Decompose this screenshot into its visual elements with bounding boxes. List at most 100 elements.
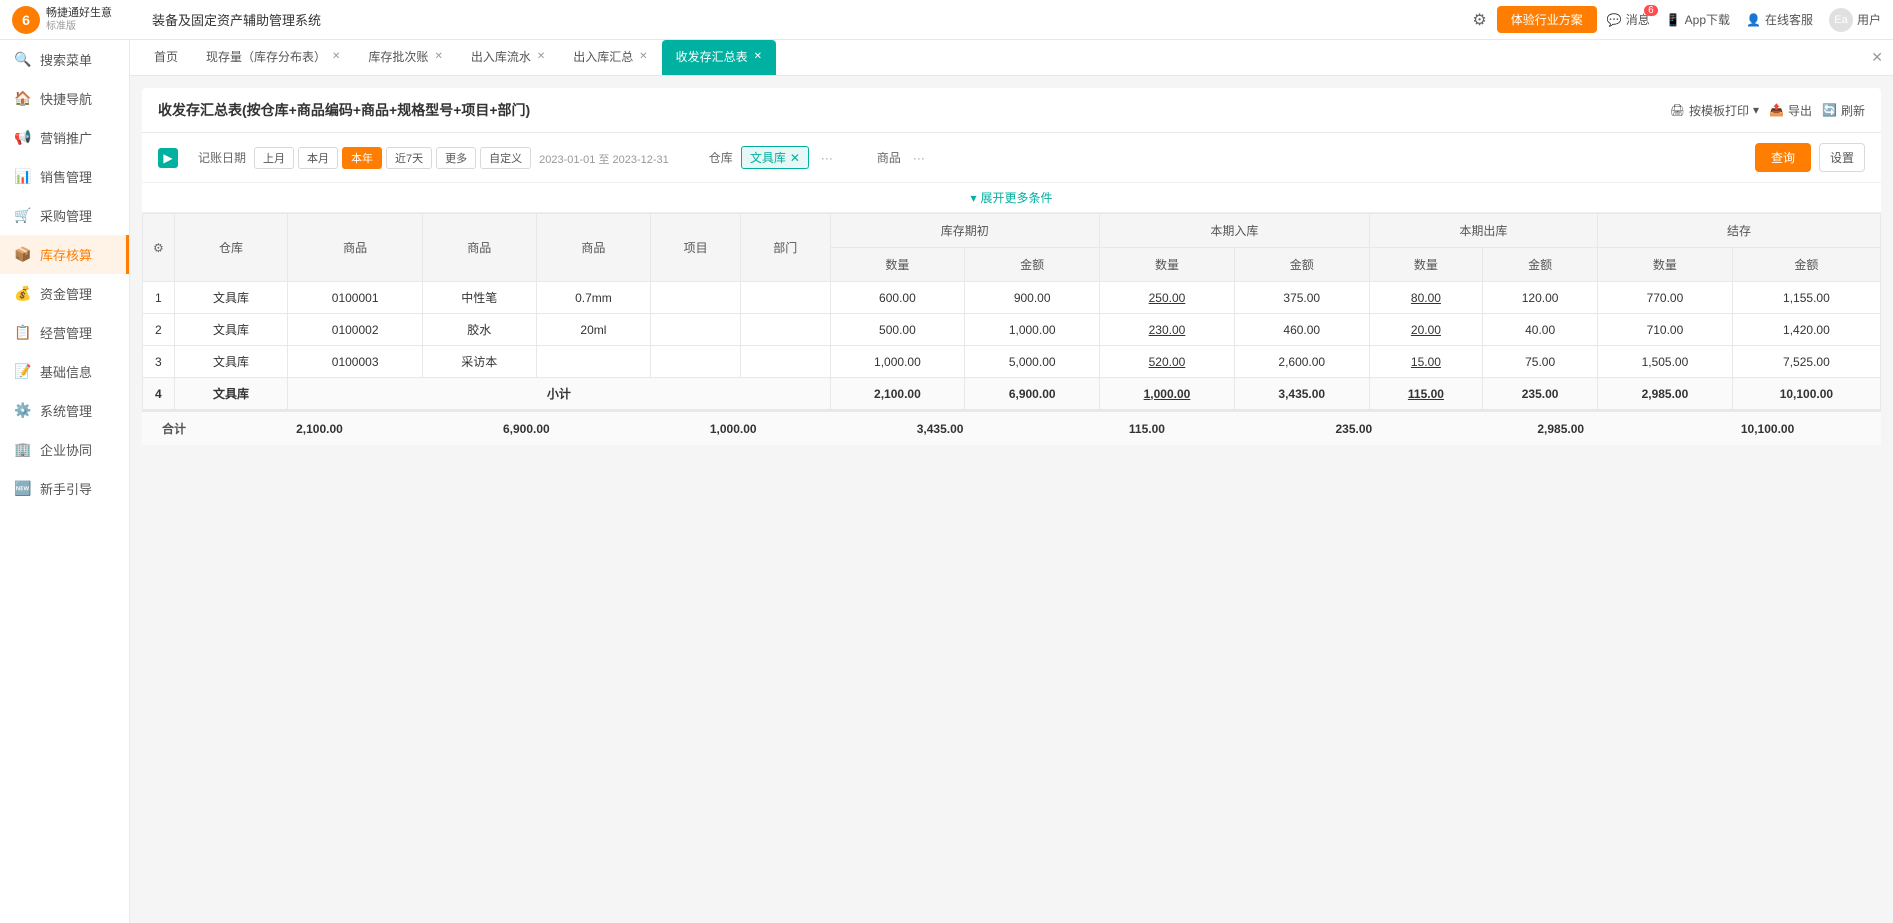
- sidebar-item-quick[interactable]: 🏠 快捷导航: [0, 79, 129, 118]
- row-out-qty[interactable]: 80.00: [1369, 282, 1483, 314]
- tab-home[interactable]: 首页: [140, 40, 192, 75]
- content-area: 首页 现存量（库存分布表） ✕ 库存批次账 ✕ 出入库流水 ✕ 出入库汇总 ✕: [130, 40, 1893, 923]
- row-open-amt: 1,000.00: [965, 314, 1100, 346]
- footer-open-amt: 6,900.00: [423, 422, 630, 436]
- row-goods-code: 0100003: [288, 346, 423, 378]
- row-project: [651, 314, 741, 346]
- sidebar-label-operations: 经营管理: [40, 323, 92, 342]
- row-in-amt: 2,600.00: [1234, 346, 1369, 378]
- operations-icon: 📋: [14, 324, 32, 341]
- warehouse-tag-value: 文具库: [750, 149, 786, 166]
- row-dept: [740, 346, 830, 378]
- enterprise-icon: 🏢: [14, 441, 32, 458]
- page-header: 收发存汇总表(按仓库+商品编码+商品+规格型号+项目+部门) 🖨 按模板打印 ▾…: [142, 88, 1881, 133]
- export-button[interactable]: 📤 导出: [1769, 102, 1812, 119]
- chevron-down-icon: ▾: [1753, 103, 1759, 117]
- warehouse-tag-remove[interactable]: ✕: [790, 151, 800, 165]
- table-row: 2 文具库 0100002 胶水 20ml 500.00 1,000.00 23…: [143, 314, 1881, 346]
- subtotal-seq: 4: [143, 378, 175, 410]
- marketing-icon: 📢: [14, 129, 32, 146]
- export-icon: 📤: [1769, 103, 1784, 117]
- sidebar-item-marketing[interactable]: 📢 营销推广: [0, 118, 129, 157]
- expand-conditions-btn[interactable]: ▾ 展开更多条件: [970, 189, 1052, 206]
- tab-inout-flow[interactable]: 出入库流水 ✕: [457, 40, 559, 75]
- goods-more-btn[interactable]: ···: [909, 151, 929, 165]
- sidebar-item-search[interactable]: 🔍 搜索菜单: [0, 40, 129, 79]
- row-in-qty[interactable]: 250.00: [1100, 282, 1235, 314]
- inventory-icon: 📦: [14, 246, 32, 263]
- row-bal-amt: 7,525.00: [1732, 346, 1880, 378]
- row-out-qty[interactable]: 15.00: [1369, 346, 1483, 378]
- tab-recv-send[interactable]: 收发存汇总表 ✕: [662, 40, 776, 75]
- subtotal-open-amt: 6,900.00: [965, 378, 1100, 410]
- gear-button[interactable]: ⚙: [1472, 10, 1486, 30]
- date-buttons: 上月 本月 本年 近7天 更多 自定义: [254, 147, 531, 169]
- user-item[interactable]: Ea 用户: [1829, 8, 1881, 32]
- subtotal-in-qty[interactable]: 1,000.00: [1100, 378, 1235, 410]
- tab-recv-send-close[interactable]: ✕: [754, 51, 762, 62]
- table-footer: 合计 2,100.00 6,900.00 1,000.00 3,435.00 1…: [142, 410, 1881, 445]
- row-dept: [740, 314, 830, 346]
- warehouse-tag[interactable]: 文具库 ✕: [741, 146, 809, 169]
- close-all-tabs[interactable]: ✕: [1871, 49, 1883, 66]
- refresh-button[interactable]: 🔄 刷新: [1822, 102, 1865, 119]
- date-btn-more[interactable]: 更多: [436, 147, 476, 169]
- search-icon: 🔍: [14, 51, 32, 68]
- collapse-button[interactable]: ▶: [158, 148, 178, 168]
- tab-batch[interactable]: 库存批次账 ✕: [354, 40, 456, 75]
- row-out-qty[interactable]: 20.00: [1369, 314, 1483, 346]
- col-in-header: 本期入库: [1100, 214, 1370, 248]
- sidebar-item-purchase[interactable]: 🛒 采购管理: [0, 196, 129, 235]
- warehouse-filter-section: 仓库 文具库 ✕ ···: [709, 146, 837, 169]
- settings-button[interactable]: 设置: [1819, 143, 1865, 172]
- date-btn-7days[interactable]: 近7天: [386, 147, 432, 169]
- row-in-qty[interactable]: 230.00: [1100, 314, 1235, 346]
- tab-inout-flow-label: 出入库流水: [471, 48, 531, 65]
- row-open-qty: 600.00: [830, 282, 965, 314]
- row-in-qty[interactable]: 520.00: [1100, 346, 1235, 378]
- col-settings-header: ⚙: [143, 214, 175, 282]
- message-item[interactable]: 💬 消息 6: [1607, 11, 1650, 28]
- tab-batch-close[interactable]: ✕: [434, 51, 442, 62]
- app-download-item[interactable]: 📱 App下载: [1666, 11, 1730, 28]
- sidebar-item-capital[interactable]: 💰 资金管理: [0, 274, 129, 313]
- row-out-amt: 75.00: [1483, 346, 1598, 378]
- filter-bottom-row: ▾ 展开更多条件: [142, 183, 1881, 213]
- sidebar-label-capital: 资金管理: [40, 284, 92, 303]
- tab-inout-flow-close[interactable]: ✕: [537, 51, 545, 62]
- capital-icon: 💰: [14, 285, 32, 302]
- sidebar-label-search: 搜索菜单: [40, 50, 92, 69]
- sidebar-item-inventory[interactable]: 📦 库存核算: [0, 235, 129, 274]
- print-button[interactable]: 🖨 按模板打印 ▾: [1670, 102, 1759, 119]
- date-btn-this-year[interactable]: 本年: [342, 147, 382, 169]
- subtotal-out-qty[interactable]: 115.00: [1369, 378, 1483, 410]
- table-settings-icon[interactable]: ⚙: [153, 241, 164, 255]
- row-seq: 1: [143, 282, 175, 314]
- sidebar-item-guide[interactable]: 🆕 新手引导: [0, 469, 129, 508]
- col-in-qty-header: 数量: [1100, 248, 1235, 282]
- date-btn-custom[interactable]: 自定义: [480, 147, 531, 169]
- row-goods-code: 0100002: [288, 314, 423, 346]
- sidebar-item-system[interactable]: ⚙️ 系统管理: [0, 391, 129, 430]
- sidebar-item-basic[interactable]: 📝 基础信息: [0, 352, 129, 391]
- sidebar-item-sales[interactable]: 📊 销售管理: [0, 157, 129, 196]
- tab-inventory-dist-close[interactable]: ✕: [332, 51, 340, 62]
- date-btn-last-month[interactable]: 上月: [254, 147, 294, 169]
- date-btn-this-month[interactable]: 本月: [298, 147, 338, 169]
- total-label: 合计: [152, 420, 216, 437]
- tab-inout-summary[interactable]: 出入库汇总 ✕: [559, 40, 661, 75]
- date-range: 2023-01-01 至 2023-12-31: [539, 151, 669, 167]
- tab-inout-summary-close[interactable]: ✕: [639, 51, 647, 62]
- sidebar-item-enterprise[interactable]: 🏢 企业协同: [0, 430, 129, 469]
- experience-button[interactable]: 体验行业方案: [1497, 6, 1597, 33]
- col-bal-amt-header: 金额: [1732, 248, 1880, 282]
- tab-batch-label: 库存批次账: [368, 48, 428, 65]
- row-goods-spec: [536, 346, 651, 378]
- tab-bar: 首页 现存量（库存分布表） ✕ 库存批次账 ✕ 出入库流水 ✕ 出入库汇总 ✕: [130, 40, 1893, 76]
- sidebar-item-operations[interactable]: 📋 经营管理: [0, 313, 129, 352]
- service-item[interactable]: 👤 在线客服: [1746, 11, 1813, 28]
- search-button[interactable]: 查询: [1755, 143, 1811, 172]
- warehouse-more-btn[interactable]: ···: [817, 151, 837, 165]
- col-warehouse-header: 仓库: [174, 214, 287, 282]
- tab-inventory-dist[interactable]: 现存量（库存分布表） ✕: [192, 40, 354, 75]
